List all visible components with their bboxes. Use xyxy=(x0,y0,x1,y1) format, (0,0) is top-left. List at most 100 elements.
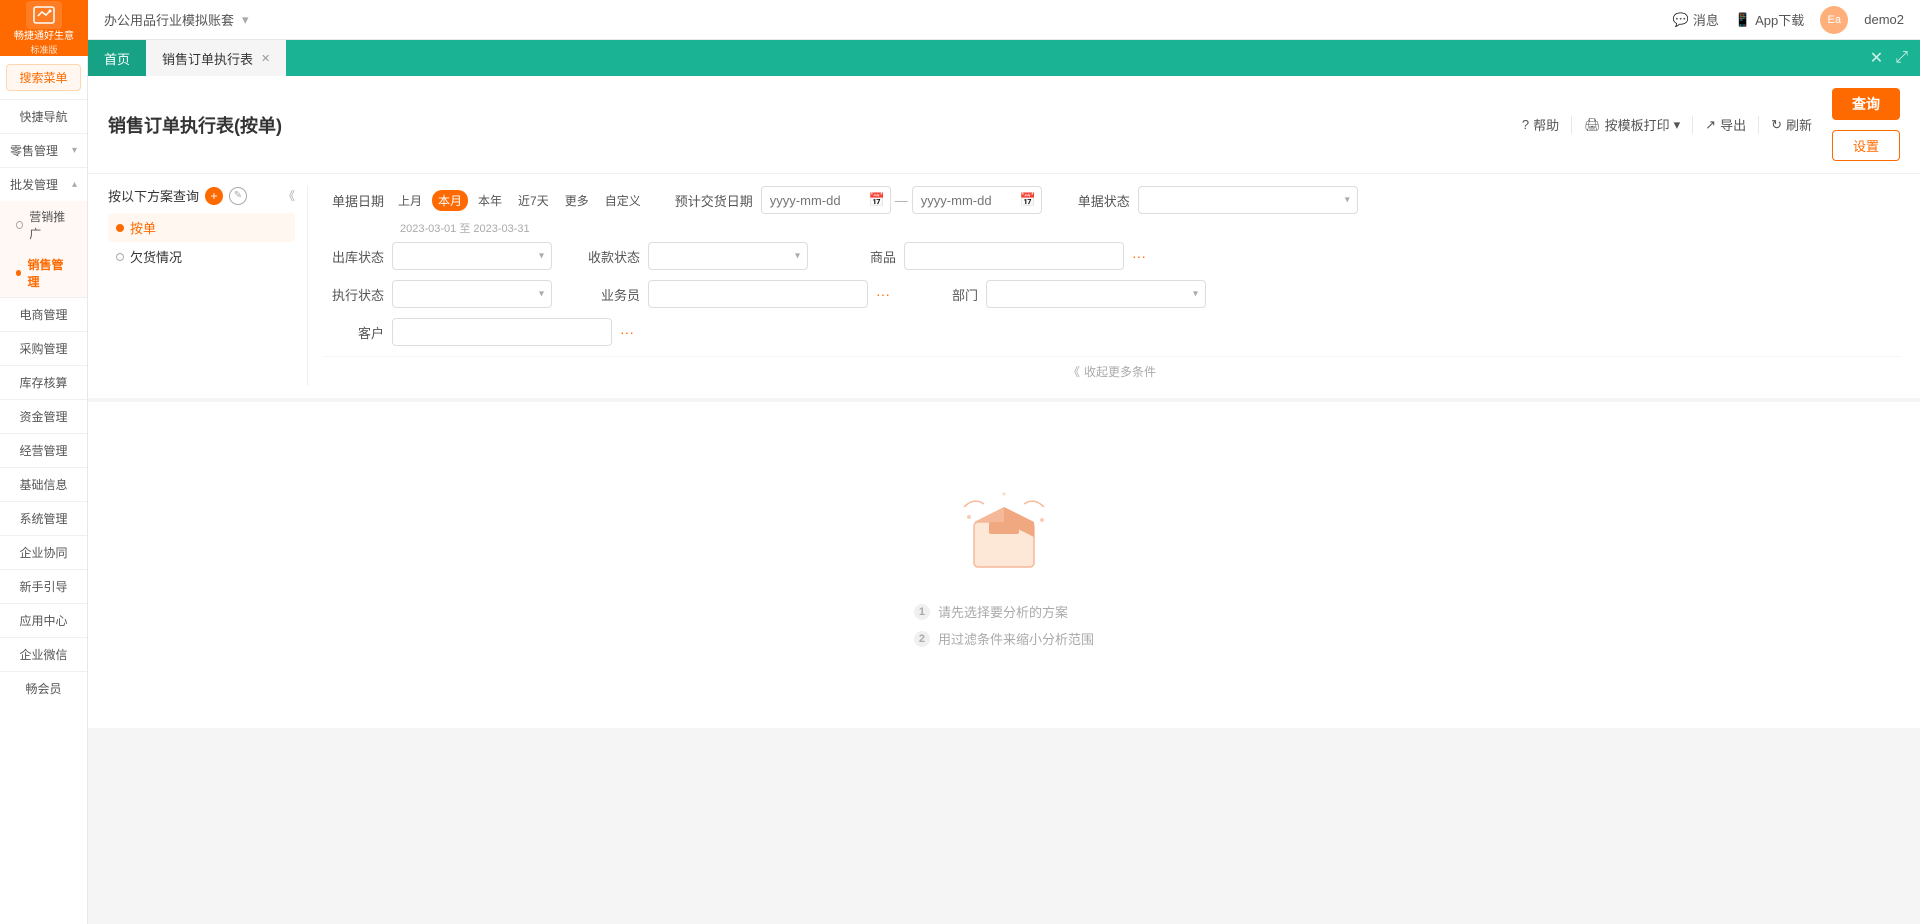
sidebar-item-wholesale[interactable]: 批发管理 ▴ xyxy=(0,168,87,201)
retail-arrow: ▾ xyxy=(72,145,77,156)
refresh-button[interactable]: ↻ 刷新 xyxy=(1771,115,1812,134)
sidebar-item-marketing[interactable]: 营销推广 xyxy=(0,201,87,249)
retail-label: 零售管理 xyxy=(10,142,58,159)
print-label: 按模板打印 xyxy=(1605,115,1670,134)
collapse-arrow-icon: 《 xyxy=(1068,363,1080,380)
expected-date-label: 预计交货日期 xyxy=(675,191,753,210)
print-icon: 🖨 xyxy=(1584,117,1601,133)
collapse-label: 收起更多条件 xyxy=(1084,363,1156,380)
edit-scheme-button[interactable]: ✎ xyxy=(229,187,247,205)
exec-status-label: 执行状态 xyxy=(324,285,384,304)
sys-label: 系统管理 xyxy=(19,510,67,527)
filter-row-4: 客户 ··· xyxy=(324,318,1900,346)
help-button[interactable]: ? 帮助 xyxy=(1522,115,1559,134)
add-scheme-button[interactable]: + xyxy=(205,187,223,205)
exec-status-select[interactable] xyxy=(392,280,552,308)
settings-button[interactable]: 设置 xyxy=(1832,130,1900,161)
search-menu-button[interactable]: 搜索菜单 xyxy=(6,64,81,91)
out-status-select[interactable] xyxy=(392,242,552,270)
scheme-option-owe-goods[interactable]: 欠货情况 xyxy=(108,242,295,271)
tab-home-label: 首页 xyxy=(104,49,130,68)
date-btn-more[interactable]: 更多 xyxy=(559,190,595,211)
payment-status-select[interactable] xyxy=(648,242,808,270)
empty-hints: 1 请先选择要分析的方案 2 用过滤条件来缩小分析范围 xyxy=(914,602,1094,648)
sidebar-item-sys[interactable]: 系统管理 xyxy=(0,502,87,535)
sidebar-item-app[interactable]: 应用中心 xyxy=(0,604,87,637)
sidebar-item-corp[interactable]: 企业协同 xyxy=(0,536,87,569)
logo-subtitle: 标准版 xyxy=(30,43,57,56)
filter-row-3: 执行状态 ▾ 业务员 ··· 部门 xyxy=(324,280,1900,308)
empty-hint-2: 2 用过滤条件来缩小分析范围 xyxy=(914,629,1094,648)
page-header-actions: ? 帮助 🖨 按模板打印 ▾ ↗ 导出 ↻ 刷新 xyxy=(1522,88,1900,173)
bill-status-label: 单据状态 xyxy=(1070,191,1130,210)
calendar-from-icon: 📅 xyxy=(869,192,885,208)
sidebar-item-sales-mgmt[interactable]: 销售管理 xyxy=(0,249,87,297)
divider2 xyxy=(1692,116,1693,134)
customer-dots-button[interactable]: ··· xyxy=(620,324,634,340)
avatar[interactable]: Ea xyxy=(1820,6,1848,34)
message-label: 消息 xyxy=(1693,10,1719,29)
tab-sales-exec[interactable]: 销售订单执行表 ✕ xyxy=(146,40,286,76)
goods-dots-button[interactable]: ··· xyxy=(1132,248,1146,264)
app-download-button[interactable]: 📱 App下载 xyxy=(1735,10,1804,29)
department-select[interactable] xyxy=(986,280,1206,308)
sidebar-item-ecom[interactable]: 电商管理 xyxy=(0,298,87,331)
sidebar-item-retail[interactable]: 零售管理 ▾ xyxy=(0,134,87,167)
inventory-label: 库存核算 xyxy=(19,374,67,391)
customer-input[interactable] xyxy=(392,318,612,346)
tab-bar-right: ✕ ⤢ xyxy=(1858,48,1920,68)
filter-field-out-status: 出库状态 ▾ xyxy=(324,242,552,270)
ops-label: 经营管理 xyxy=(19,442,67,459)
collapse-button[interactable]: 《 收起更多条件 xyxy=(1068,363,1156,380)
bill-status-select[interactable] xyxy=(1138,186,1358,214)
date-btn-this-month[interactable]: 本月 xyxy=(432,190,468,211)
date-btn-custom[interactable]: 自定义 xyxy=(599,190,647,211)
salesperson-input[interactable] xyxy=(648,280,868,308)
tab-close-icon[interactable]: ✕ xyxy=(261,52,270,65)
filter-field-exec-status: 执行状态 ▾ xyxy=(324,280,552,308)
sidebar-item-ops[interactable]: 经营管理 xyxy=(0,434,87,467)
department-select-wrapper: ▾ xyxy=(986,280,1206,308)
date-quick-btns: 上月 本月 本年 近7天 更多 自定义 xyxy=(392,190,647,211)
salesperson-dots-button[interactable]: ··· xyxy=(876,286,890,302)
corp-label: 企业协同 xyxy=(19,544,67,561)
goods-input[interactable] xyxy=(904,242,1124,270)
sidebar-item-quicknav[interactable]: 快捷导航 xyxy=(0,100,87,133)
scheme-option-by-order[interactable]: 按单 xyxy=(108,213,295,242)
collapse-scheme-button[interactable]: 《 xyxy=(283,187,295,204)
sidebar-wholesale-group: 营销推广 销售管理 xyxy=(0,201,87,297)
collapse-row: 《 收起更多条件 xyxy=(324,356,1900,386)
message-button[interactable]: 💬 消息 xyxy=(1673,10,1719,29)
print-button[interactable]: 🖨 按模板打印 ▾ xyxy=(1584,115,1680,134)
page-title: 销售订单执行表(按单) xyxy=(108,112,282,150)
export-button[interactable]: ↗ 导出 xyxy=(1705,115,1746,134)
tab-expand-button[interactable]: ⤢ xyxy=(1895,49,1908,67)
out-status-select-wrapper: ▾ xyxy=(392,242,552,270)
sidebar-item-finance[interactable]: 资金管理 xyxy=(0,400,87,433)
sidebar-item-newbie[interactable]: 新手引导 xyxy=(0,570,87,603)
query-button[interactable]: 查询 xyxy=(1832,88,1900,120)
sidebar-item-wxcorp[interactable]: 企业微信 xyxy=(0,638,87,671)
inactive-ring-icon xyxy=(116,253,124,261)
sidebar-item-member[interactable]: 畅会员 xyxy=(0,672,87,705)
filter-row-date-hint: 2023-03-01 至 2023-03-31 xyxy=(324,220,1900,236)
empty-state: 1 请先选择要分析的方案 2 用过滤条件来缩小分析范围 xyxy=(88,402,1920,728)
date-btn-last-month[interactable]: 上月 xyxy=(392,190,428,211)
wholesale-label: 批发管理 xyxy=(10,176,58,193)
tab-close-all-button[interactable]: ✕ xyxy=(1870,48,1883,68)
filter-scheme-title: 按以下方案查询 + ✎ 《 xyxy=(108,186,295,205)
top-header-left: 办公用品行业模拟账套 ▾ xyxy=(104,10,249,29)
date-btn-this-year[interactable]: 本年 xyxy=(472,190,508,211)
refresh-label: 刷新 xyxy=(1786,115,1812,134)
date-btn-7days[interactable]: 近7天 xyxy=(512,190,555,211)
sidebar-item-basic[interactable]: 基础信息 xyxy=(0,468,87,501)
tab-home[interactable]: 首页 xyxy=(88,40,146,76)
hint-num-2: 2 xyxy=(914,631,930,647)
sidebar-item-purchase[interactable]: 采购管理 xyxy=(0,332,87,365)
filter-field-salesperson: 业务员 ··· xyxy=(580,280,890,308)
sidebar-item-inventory[interactable]: 库存核算 xyxy=(0,366,87,399)
filter-field-department: 部门 ▾ xyxy=(918,280,1206,308)
sidebar: 畅捷通好生意 标准版 搜索菜单 快捷导航 零售管理 ▾ 批发管理 ▴ 营销推广 … xyxy=(0,0,88,924)
dot-icon xyxy=(16,270,21,276)
scheme-by-order-label: 按单 xyxy=(130,218,156,237)
